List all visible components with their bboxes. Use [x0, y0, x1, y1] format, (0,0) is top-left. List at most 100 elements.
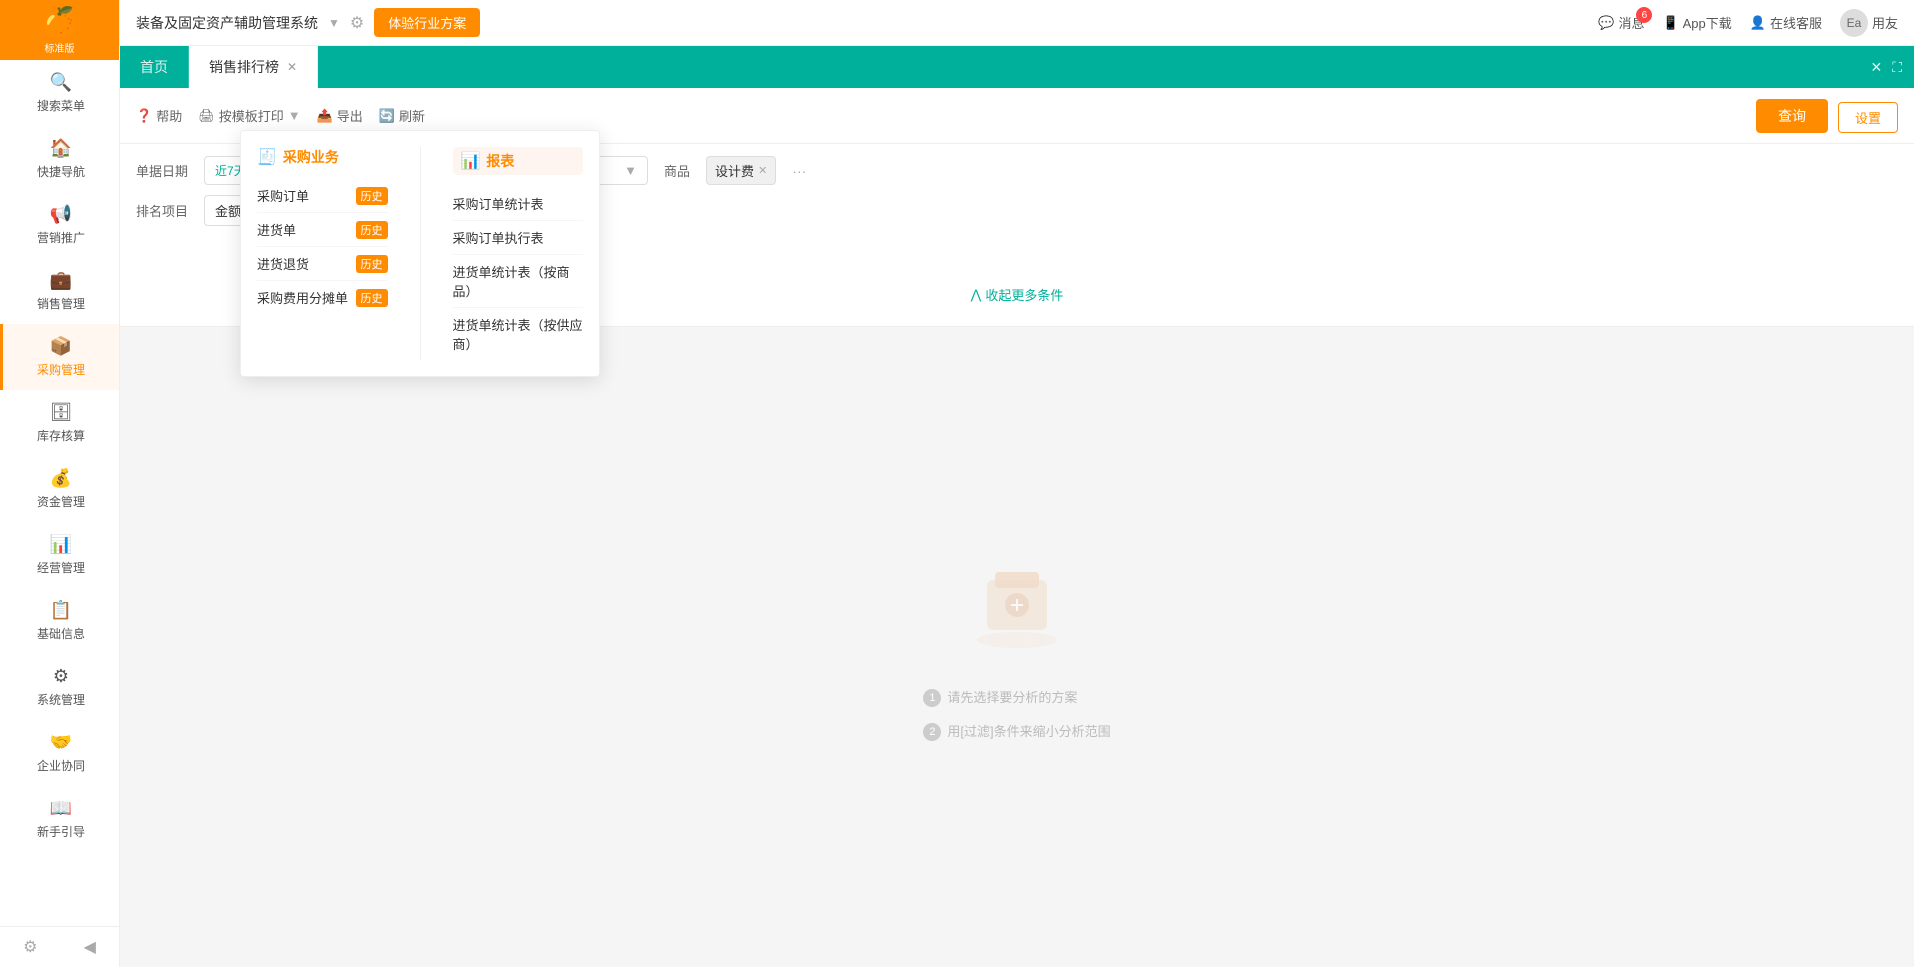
print-btn[interactable]: 🖨 按模板打印 ▼	[198, 106, 300, 125]
tab-close-icon[interactable]: ✕	[287, 60, 297, 74]
bill-status-arrow: ▼	[624, 163, 637, 178]
toolbar-right: 查询 设置	[1756, 98, 1898, 133]
sidebar-item-operation[interactable]: 📊 经营管理	[0, 522, 119, 588]
query-button[interactable]: 查询	[1756, 99, 1828, 133]
user-menu[interactable]: Ea 用友	[1840, 9, 1898, 37]
guide-icon: 📖	[50, 798, 72, 819]
top-bar-left: 装备及固定资产辅助管理系统 ▼ ⚙ 体验行业方案	[136, 8, 480, 37]
logo-icon: 🍊	[42, 5, 77, 38]
user-avatar: Ea	[1840, 9, 1868, 37]
collapse-arrow-icon: ⋀	[971, 287, 982, 303]
home-icon: 🏠	[50, 138, 72, 159]
sidebar-item-inventory[interactable]: 🗄 库存核算	[0, 390, 119, 456]
tab-fullscreen-icon[interactable]: ⛶	[1892, 59, 1902, 76]
logo-label: 标准版	[45, 40, 75, 55]
report-col-icon: 📊	[461, 151, 481, 171]
purchase-expense-item[interactable]: 采购费用分摊单 历史	[257, 281, 388, 314]
stock-in-badge: 历史	[356, 221, 388, 239]
empty-hint-2: 2 用[过滤]条件来缩小分析范围	[923, 719, 1110, 745]
set-button[interactable]: 设置	[1838, 102, 1898, 133]
top-bar: 装备及固定资产辅助管理系统 ▼ ⚙ 体验行业方案 💬 消息 6 📱 App下载 …	[120, 0, 1914, 46]
purchase-dropdown-menu: 🧾 采购业务 采购订单 历史 进货单 历史 进货退货 历史	[240, 130, 600, 377]
app-icon: 📱	[1662, 15, 1678, 31]
top-bar-settings-icon[interactable]: ⚙	[350, 13, 364, 33]
inventory-icon: 🗄	[50, 402, 73, 423]
purchase-order-stat-item[interactable]: 采购订单统计表	[453, 187, 584, 221]
sidebar-item-quick-nav[interactable]: 🏠 快捷导航	[0, 126, 119, 192]
marketing-icon: 📢	[50, 204, 72, 225]
ranking-label: 排名项目	[136, 201, 188, 220]
filter-collapse-btn[interactable]: ⋀ 收起更多条件	[971, 285, 1064, 304]
sidebar-settings-btn[interactable]: ⚙	[23, 937, 37, 957]
sidebar-logo: 🍊 标准版	[0, 0, 119, 60]
tab-actions: ✕ ⛶	[1870, 59, 1914, 76]
stock-return-item[interactable]: 进货退货 历史	[257, 247, 388, 281]
system-title: 装备及固定资产辅助管理系统	[136, 13, 318, 33]
empty-state: 1 请先选择要分析的方案 2 用[过滤]条件来缩小分析范围	[120, 327, 1914, 967]
empty-icon	[957, 550, 1077, 669]
message-icon: 💬	[1598, 15, 1614, 31]
report-col-title: 📊 报表	[453, 147, 584, 175]
top-bar-right: 💬 消息 6 📱 App下载 👤 在线客服 Ea 用友	[1598, 9, 1898, 37]
purchase-order-item[interactable]: 采购订单 历史	[257, 179, 388, 213]
goods-tag-close[interactable]: ✕	[758, 164, 767, 177]
tab-close-window-icon[interactable]: ✕	[1870, 59, 1882, 76]
sidebar-nav: 🔍 搜索菜单 🏠 快捷导航 📢 营销推广 💼 销售管理 📦 采购管理 🗄	[0, 60, 119, 926]
empty-hint-1: 1 请先选择要分析的方案	[923, 685, 1077, 711]
sidebar-item-enterprise[interactable]: 🤝 企业协同	[0, 720, 119, 786]
sidebar-item-search[interactable]: 🔍 搜索菜单	[0, 60, 119, 126]
sidebar-item-purchase[interactable]: 📦 采购管理	[0, 324, 119, 390]
industry-btn[interactable]: 体验行业方案	[374, 8, 480, 37]
message-btn[interactable]: 💬 消息 6	[1598, 13, 1644, 32]
service-icon: 👤	[1750, 15, 1766, 31]
date-label: 单据日期	[136, 161, 188, 180]
purchase-col: 🧾 采购业务 采购订单 历史 进货单 历史 进货退货 历史	[257, 147, 388, 360]
stock-in-stat-goods-item[interactable]: 进货单统计表（按商品）	[453, 255, 584, 308]
content-area: ❓ 帮助 🖨 按模板打印 ▼ 📤 导出 🔄 刷新	[120, 88, 1914, 967]
purchase-col-icon: 🧾	[257, 147, 277, 167]
hint-num-2: 2	[923, 723, 941, 741]
goods-more-btn[interactable]: ···	[792, 163, 806, 179]
print-dropdown-icon: ▼	[288, 108, 301, 123]
online-service-btn[interactable]: 👤 在线客服	[1750, 13, 1822, 32]
report-col: 📊 报表 采购订单统计表 采购订单执行表 进货单统计表（按商品） 进货单统计表（…	[453, 147, 584, 360]
sidebar-item-sales[interactable]: 💼 销售管理	[0, 258, 119, 324]
purchase-order-exec-item[interactable]: 采购订单执行表	[453, 221, 584, 255]
system-dropdown-arrow[interactable]: ▼	[328, 16, 340, 30]
help-icon: ❓	[136, 108, 152, 124]
sidebar-item-base-info[interactable]: 📋 基础信息	[0, 588, 119, 654]
sidebar-item-guide[interactable]: 📖 新手引导	[0, 786, 119, 852]
export-icon: 📤	[317, 108, 333, 124]
base-info-icon: 📋	[50, 600, 72, 621]
purchase-icon: 📦	[50, 336, 72, 357]
stock-in-item[interactable]: 进货单 历史	[257, 213, 388, 247]
main-area: 装备及固定资产辅助管理系统 ▼ ⚙ 体验行业方案 💬 消息 6 📱 App下载 …	[120, 0, 1914, 967]
sidebar-item-marketing[interactable]: 📢 营销推广	[0, 192, 119, 258]
search-icon: 🔍	[50, 72, 72, 93]
dropdown-divider	[420, 147, 421, 360]
sales-icon: 💼	[50, 270, 72, 291]
purchase-expense-badge: 历史	[356, 289, 388, 307]
tab-home[interactable]: 首页	[120, 46, 189, 88]
system-icon: ⚙	[53, 666, 69, 687]
tab-sales-ranking[interactable]: 销售排行榜 ✕	[189, 46, 318, 88]
goods-label: 商品	[664, 161, 690, 180]
toolbar-left: ❓ 帮助 🖨 按模板打印 ▼ 📤 导出 🔄 刷新	[136, 106, 425, 125]
stock-in-stat-supplier-item[interactable]: 进货单统计表（按供应商）	[453, 308, 584, 360]
print-icon: 🖨	[198, 108, 215, 124]
refresh-icon: 🔄	[379, 108, 395, 124]
help-btn[interactable]: ❓ 帮助	[136, 106, 182, 125]
sidebar-item-system[interactable]: ⚙ 系统管理	[0, 654, 119, 720]
sidebar: 🍊 标准版 🔍 搜索菜单 🏠 快捷导航 📢 营销推广 💼 销售管理 📦	[0, 0, 120, 967]
goods-tag[interactable]: 设计费 ✕	[706, 156, 776, 185]
app-download-btn[interactable]: 📱 App下载	[1662, 13, 1731, 32]
refresh-btn[interactable]: 🔄 刷新	[379, 106, 425, 125]
purchase-order-badge: 历史	[356, 187, 388, 205]
sidebar-collapse-btn[interactable]: ◀	[84, 937, 96, 957]
purchase-col-title: 🧾 采购业务	[257, 147, 388, 167]
enterprise-icon: 🤝	[50, 732, 72, 753]
sidebar-item-finance[interactable]: 💰 资金管理	[0, 456, 119, 522]
tab-bar: 首页 销售排行榜 ✕ ✕ ⛶	[120, 46, 1914, 88]
export-btn[interactable]: 📤 导出	[317, 106, 363, 125]
sidebar-bottom: ⚙ ◀	[0, 926, 119, 967]
